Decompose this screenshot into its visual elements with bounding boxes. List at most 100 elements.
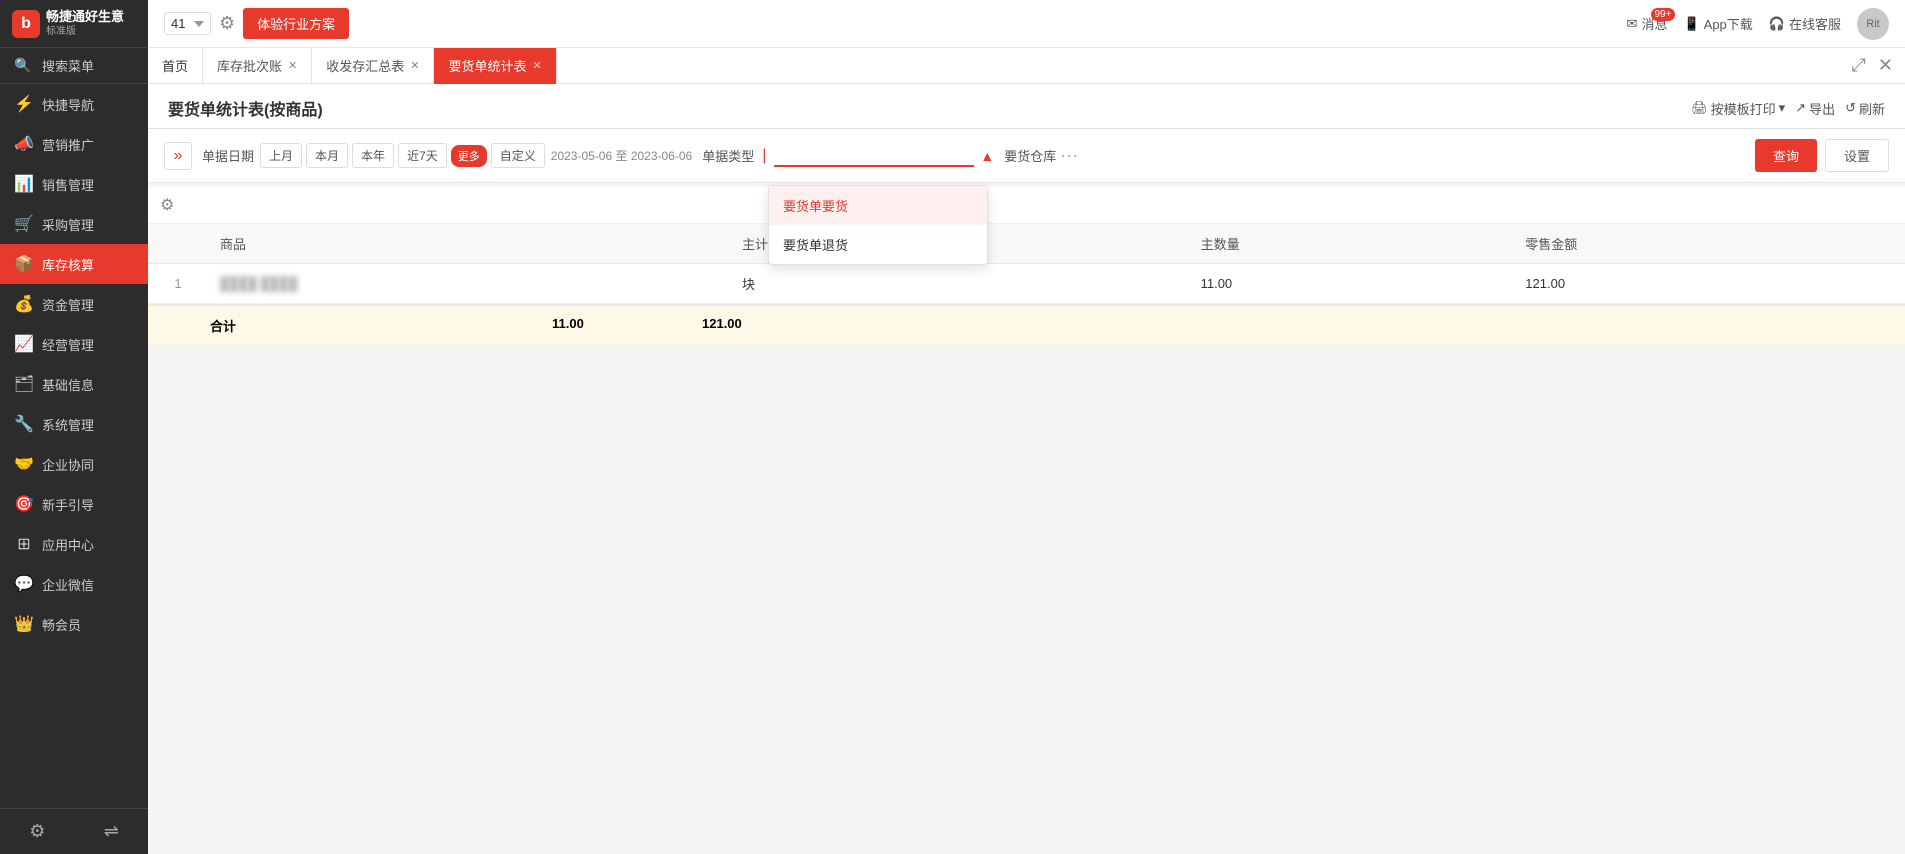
sidebar-item-label: 销售管理 (42, 175, 94, 194)
app-download-link[interactable]: 📱 App下载 (1683, 14, 1752, 33)
query-button[interactable]: 查询 (1755, 139, 1817, 172)
tab-inventory-batch[interactable]: 库存批次账 ✕ (203, 48, 312, 84)
tab-requisition-stats[interactable]: 要货单统计表 ✕ (434, 48, 556, 84)
sidebar-search[interactable]: 🔍 搜索菜单 (0, 48, 148, 84)
tab-receive-dispatch[interactable]: 收发存汇总表 ✕ (312, 48, 434, 84)
sidebar-nav: ⚡ 快捷导航 📣 营销推广 📊 销售管理 🛒 采购管理 📦 库存核算 💰 资金管… (0, 84, 148, 808)
sidebar-item-sales[interactable]: 📊 销售管理 (0, 164, 148, 204)
system-icon: 🔧 (14, 414, 34, 434)
quick-nav-icon: ⚡ (14, 94, 34, 114)
trial-industry-button[interactable]: 体验行业方案 (243, 8, 349, 39)
sidebar-item-funds[interactable]: 💰 资金管理 (0, 284, 148, 324)
data-table: 商品 主计量单位 主数量 零售金额 1 ████ ████ 块 11.00 (148, 224, 1905, 304)
date-filter-group: 单据日期 上月 本月 本年 近7天 更多 自定义 2023-05-06 至 20… (202, 143, 692, 168)
dropdown-item-requisition-order[interactable]: 要货单要货 (769, 186, 987, 225)
filter-actions: 查询 设置 (1755, 139, 1889, 172)
voucher-type-chevron-icon[interactable]: ▲ (980, 148, 994, 164)
col-main-qty: 主数量 (1189, 224, 1514, 264)
topbar-gear-icon[interactable]: ⚙ (219, 13, 235, 34)
enterprise-icon: 🤝 (14, 454, 34, 474)
ops-icon: 📈 (14, 334, 34, 354)
company-select[interactable]: 41 (164, 12, 211, 35)
sidebar-item-label: 系统管理 (42, 415, 94, 434)
this-year-button[interactable]: 本年 (352, 143, 394, 168)
tab-requisition-stats-label: 要货单统计表 (448, 56, 526, 75)
table-toolbar: ⚙ (148, 187, 1905, 224)
sidebar-search-label: 搜索菜单 (42, 56, 94, 75)
message-icon: ✉ (1627, 16, 1638, 32)
base-info-icon: 🗂 (14, 374, 34, 394)
user-avatar[interactable]: Rit (1857, 8, 1889, 40)
export-label: 导出 (1809, 99, 1835, 118)
online-service-link[interactable]: 🎧 在线客服 (1769, 14, 1841, 33)
sidebar-item-guide[interactable]: 🎯 新手引导 (0, 484, 148, 524)
sidebar-item-base-info[interactable]: 🗂 基础信息 (0, 364, 148, 404)
print-icon: 🖨 (1691, 100, 1708, 116)
sidebar-item-label: 畅会员 (42, 615, 81, 634)
filter-expand-button[interactable]: » (164, 142, 192, 170)
col-seq (148, 224, 208, 264)
tab-receive-dispatch-label: 收发存汇总表 (326, 56, 404, 75)
collapse-btn[interactable]: ⇌ (96, 817, 127, 846)
funds-icon: 💰 (14, 294, 34, 314)
sidebar-bottom: ⚙ ⇌ (0, 808, 148, 854)
sidebar-item-marketing[interactable]: 📣 营销推广 (0, 124, 148, 164)
main-area: 41 ⚙ 体验行业方案 ✉ 消息 99+ 📱 App下载 🎧 在线客服 Rit (148, 0, 1905, 854)
settings-button[interactable]: 设置 (1825, 139, 1889, 172)
sidebar-item-label: 企业微信 (42, 575, 94, 594)
prev-month-button[interactable]: 上月 (260, 143, 302, 168)
search-icon: 🔍 (14, 57, 34, 74)
export-button[interactable]: ↗ 导出 (1795, 99, 1835, 118)
date-range-text: 2023-05-06 至 2023-06-06 (551, 147, 692, 164)
logo-sub: 标准版 (46, 25, 124, 38)
refresh-icon: ↺ (1845, 100, 1856, 116)
sidebar-item-label: 基础信息 (42, 375, 94, 394)
voucher-type-input[interactable] (774, 144, 974, 167)
dropdown-item-requisition-return[interactable]: 要货单退货 (769, 225, 987, 264)
sidebar-item-purchase[interactable]: 🛒 采购管理 (0, 204, 148, 244)
sidebar-item-label: 应用中心 (42, 535, 94, 554)
custom-date-button[interactable]: 自定义 (491, 143, 545, 168)
sidebar-item-wechat[interactable]: 💬 企业微信 (0, 564, 148, 604)
refresh-label: 刷新 (1859, 99, 1885, 118)
sidebar-item-enterprise[interactable]: 🤝 企业协同 (0, 444, 148, 484)
sidebar-item-ops[interactable]: 📈 经营管理 (0, 324, 148, 364)
sidebar-item-label: 采购管理 (42, 215, 94, 234)
app-download-icon: 📱 (1683, 16, 1699, 32)
table-settings-icon[interactable]: ⚙ (160, 195, 174, 215)
warehouse-dots-icon[interactable]: ··· (1060, 145, 1078, 166)
sidebar-item-app-center[interactable]: ⊞ 应用中心 (0, 524, 148, 564)
content-area: 要货单统计表(按商品) 🖨 按模板打印 ▾ ↗ 导出 ↺ 刷新 (148, 84, 1905, 854)
date-quick-buttons: 上月 本月 本年 近7天 更多 自定义 (260, 143, 545, 168)
more-date-button[interactable]: 更多 (451, 145, 487, 167)
print-button[interactable]: 🖨 按模板打印 ▾ (1691, 99, 1785, 118)
refresh-button[interactable]: ↺ 刷新 (1845, 99, 1885, 118)
logo-icon: b (12, 10, 40, 38)
sidebar-item-label: 企业协同 (42, 455, 94, 474)
message-badge[interactable]: ✉ 消息 99+ (1627, 14, 1668, 33)
recent7-button[interactable]: 近7天 (398, 143, 447, 168)
sidebar-item-member[interactable]: 👑 畅会员 (0, 604, 148, 644)
tab-close-all-icon[interactable]: ✕ (1874, 53, 1897, 78)
settings-bottom-btn[interactable]: ⚙ (21, 817, 53, 846)
tab-receive-dispatch-close[interactable]: ✕ (410, 59, 419, 72)
sidebar-item-system[interactable]: 🔧 系统管理 (0, 404, 148, 444)
tab-requisition-stats-close[interactable]: ✕ (533, 59, 542, 72)
topbar-right: ✉ 消息 99+ 📱 App下载 🎧 在线客服 Rit (1627, 8, 1889, 40)
marketing-icon: 📣 (14, 134, 34, 154)
tab-inventory-batch-close[interactable]: ✕ (288, 59, 297, 72)
col-product: 商品 (208, 224, 730, 264)
tab-home[interactable]: 首页 (148, 48, 203, 84)
date-label: 单据日期 (202, 146, 254, 165)
expand-icon: » (174, 147, 183, 165)
wechat-icon: 💬 (14, 574, 34, 594)
sidebar-item-quick-nav[interactable]: ⚡ 快捷导航 (0, 84, 148, 124)
sales-icon: 📊 (14, 174, 34, 194)
this-month-button[interactable]: 本月 (306, 143, 348, 168)
topbar-left: 41 ⚙ 体验行业方案 (164, 8, 1627, 39)
online-service-label: 在线客服 (1789, 14, 1841, 33)
topbar: 41 ⚙ 体验行业方案 ✉ 消息 99+ 📱 App下载 🎧 在线客服 Rit (148, 0, 1905, 48)
tab-maximize-icon[interactable]: ⤢ (1848, 53, 1870, 78)
footer-label: 合计 (160, 316, 540, 335)
sidebar-item-inventory[interactable]: 📦 库存核算 (0, 244, 148, 284)
